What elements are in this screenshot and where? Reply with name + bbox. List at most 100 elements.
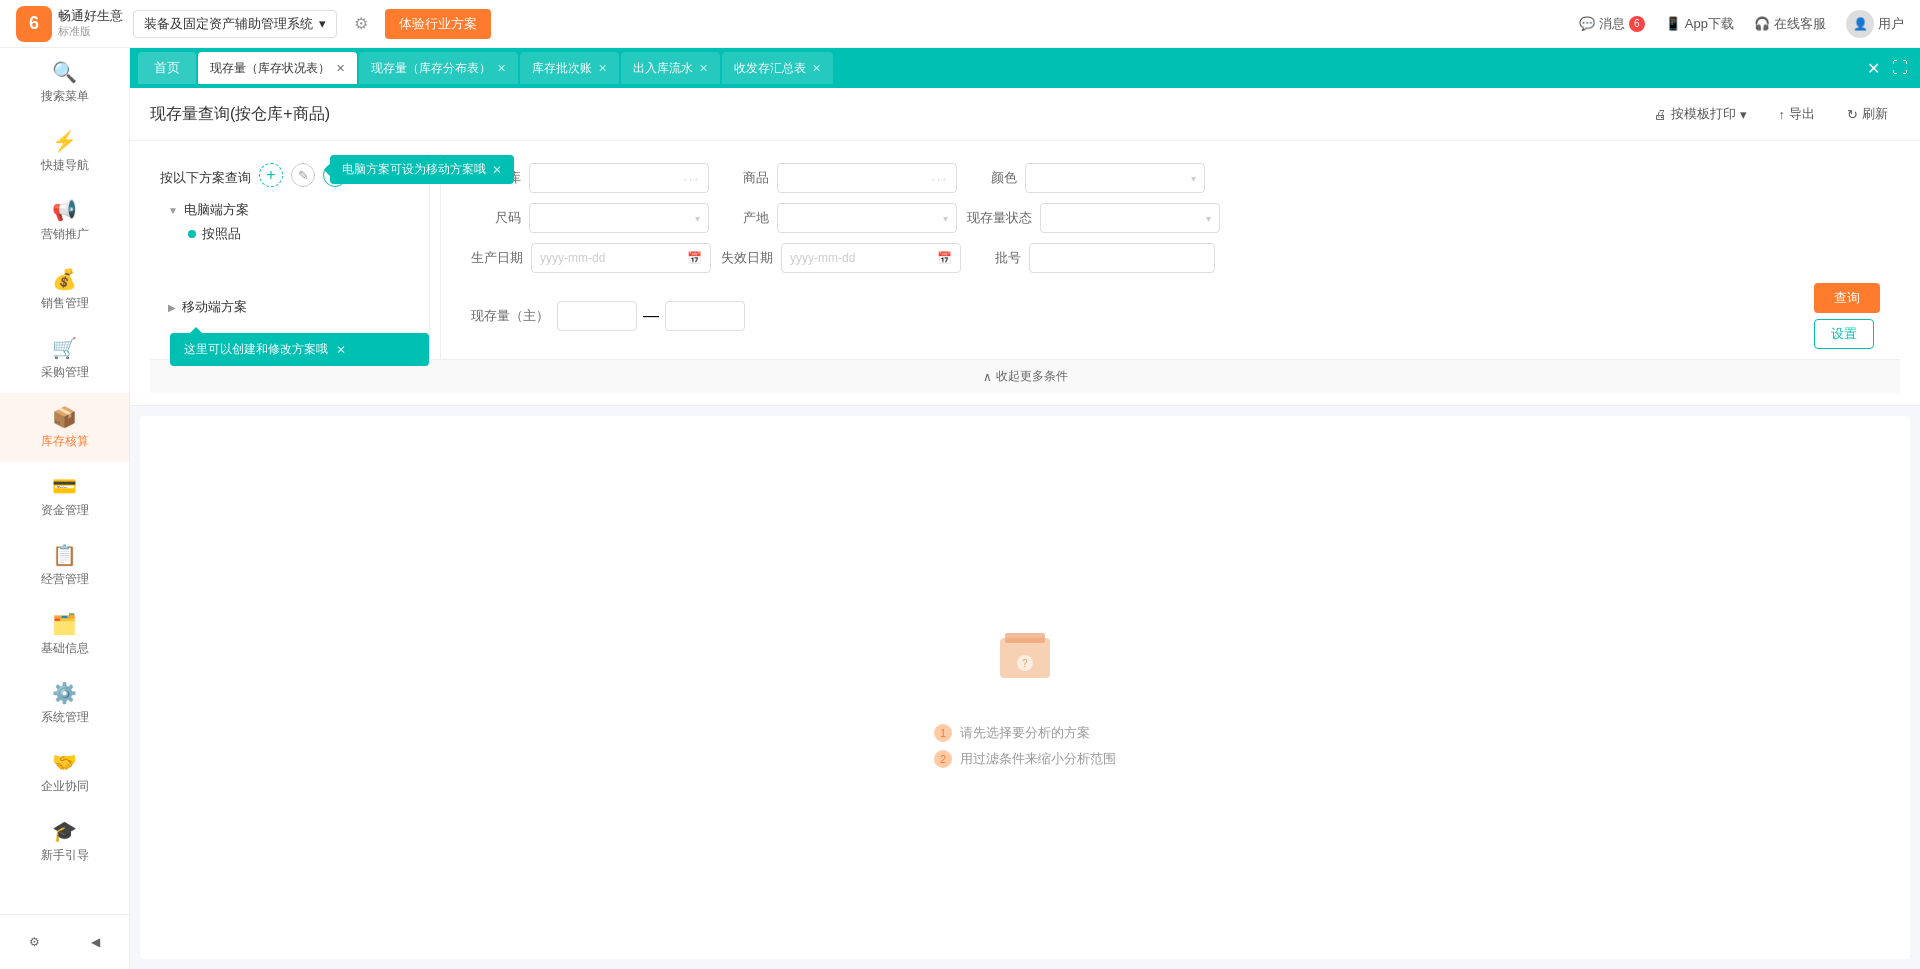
gear-button[interactable]: ⚙	[347, 10, 375, 38]
card-icon: 💳	[52, 474, 77, 498]
query-btn[interactable]: 查询	[1814, 283, 1880, 313]
app-download-btn[interactable]: 📱 App下载	[1665, 15, 1734, 33]
page-title: 现存量查询(按仓库+商品)	[150, 104, 330, 125]
query-area: 查询 设置	[1814, 283, 1880, 349]
add-scheme-btn[interactable]: +	[259, 163, 283, 187]
tab-fullscreen-btn[interactable]: ⛶	[1888, 55, 1912, 82]
online-support-btn[interactable]: 🎧 在线客服	[1754, 15, 1826, 33]
cart-icon: 🛒	[52, 336, 77, 360]
sidebar-item-label: 快捷导航	[41, 157, 89, 174]
tab-batch[interactable]: 库存批次账 ✕	[520, 52, 619, 84]
chevron-down-icon: ▾	[1740, 107, 1747, 122]
close-icon[interactable]: ✕	[699, 62, 708, 75]
tooltip-close-btn-2[interactable]: ✕	[336, 343, 346, 357]
stock-status-select[interactable]: ▾	[1040, 203, 1220, 233]
sidebar-item-finance[interactable]: 💳 资金管理	[0, 462, 129, 531]
close-icon[interactable]: ✕	[598, 62, 607, 75]
close-icon[interactable]: ✕	[336, 62, 345, 75]
color-select[interactable]: ▾	[1025, 163, 1205, 193]
sidebar-item-collab[interactable]: 🤝 企业协同	[0, 738, 129, 807]
megaphone-icon: 📢	[52, 198, 77, 222]
pc-scheme-header: ▼ 电脑端方案	[168, 197, 419, 223]
filter-row-4: 现存量（主） — 查询 设置	[471, 283, 1880, 349]
calendar-icon: 📅	[687, 251, 702, 265]
tab-summary[interactable]: 收发存汇总表 ✕	[722, 52, 833, 84]
notification-btn[interactable]: 💬 消息 6	[1579, 15, 1645, 33]
app-selector[interactable]: 装备及固定资产辅助管理系统 ▾	[133, 10, 337, 38]
tab-label: 收发存汇总表	[734, 60, 806, 77]
produce-date-input[interactable]: yyyy-mm-dd 📅	[531, 243, 711, 273]
set-btn[interactable]: 设置	[1814, 319, 1874, 349]
tab-close-all-btn[interactable]: ✕	[1863, 55, 1884, 82]
stock-status-label: 现存量状态	[967, 209, 1032, 227]
expire-date-field: 失效日期 yyyy-mm-dd 📅	[721, 243, 961, 273]
guide-icon: 🎓	[52, 819, 77, 843]
origin-select[interactable]: ▾	[777, 203, 957, 233]
close-icon[interactable]: ✕	[812, 62, 821, 75]
sidebar: 🔍 搜索菜单 ⚡ 快捷导航 📢 营销推广 💰 销售管理 🛒 采购管理 📦 库存核…	[0, 48, 130, 969]
tab-label: 现存量（库存分布表）	[371, 60, 491, 77]
logo-area: 6 畅通好生意 标准版	[16, 6, 123, 42]
tab-inout-flow[interactable]: 出入库流水 ✕	[621, 52, 720, 84]
mobile-scheme-group: ▶ 移动端方案	[168, 294, 419, 320]
sidebar-item-system[interactable]: ⚙️ 系统管理	[0, 669, 129, 738]
goods-field: 商品 ···	[719, 163, 957, 193]
tooltip-close-btn[interactable]: ✕	[492, 163, 502, 177]
user-area[interactable]: 👤 用户	[1846, 10, 1904, 38]
batch-field: 批号	[971, 243, 1215, 273]
sidebar-item-inventory[interactable]: 📦 库存核算	[0, 393, 129, 462]
sidebar-item-search[interactable]: 🔍 搜索菜单	[0, 48, 129, 117]
edit-scheme-btn[interactable]: ✎	[291, 163, 315, 187]
tip-text-1: 请先选择要分析的方案	[960, 724, 1090, 742]
refresh-btn[interactable]: ↻ 刷新	[1835, 100, 1900, 128]
filter-label: 按以下方案查询	[160, 163, 251, 187]
page-header: 现存量查询(按仓库+商品) 🖨 按模板打印 ▾ ↑ 导出 ↻ 刷新	[130, 88, 1920, 141]
chevron-up-icon: ∧	[983, 370, 992, 384]
sidebar-item-sales[interactable]: 💰 销售管理	[0, 255, 129, 324]
sidebar-item-basic[interactable]: 🗂️ 基础信息	[0, 600, 129, 669]
sidebar-item-management[interactable]: 📋 经营管理	[0, 531, 129, 600]
batch-input[interactable]	[1029, 243, 1215, 273]
svg-text:?: ?	[1022, 658, 1028, 669]
export-btn[interactable]: ↑ 导出	[1767, 100, 1828, 128]
tab-inventory-dist[interactable]: 现存量（库存分布表） ✕	[359, 52, 518, 84]
sidebar-item-guide[interactable]: 🎓 新手引导	[0, 807, 129, 876]
size-select[interactable]: ▾	[529, 203, 709, 233]
sidebar-item-quicknav[interactable]: ⚡ 快捷导航	[0, 117, 129, 186]
calendar-icon-2: 📅	[937, 251, 952, 265]
expire-date-input[interactable]: yyyy-mm-dd 📅	[781, 243, 961, 273]
export-icon: ↑	[1779, 107, 1786, 122]
origin-field: 产地 ▾	[719, 203, 957, 233]
stock-main-max-input[interactable]	[665, 301, 745, 331]
sidebar-bottom: ⚙ ◀	[0, 914, 129, 969]
page-actions: 🖨 按模板打印 ▾ ↑ 导出 ↻ 刷新	[1642, 100, 1901, 128]
tip-text-2: 用过滤条件来缩小分析范围	[960, 750, 1116, 768]
print-btn[interactable]: 🖨 按模板打印 ▾	[1642, 100, 1759, 128]
stock-main-min-input[interactable]	[557, 301, 637, 331]
sidebar-item-purchase[interactable]: 🛒 采购管理	[0, 324, 129, 393]
search-icon: 🔍	[52, 60, 77, 84]
box-icon: 📦	[52, 405, 77, 429]
warehouse-select[interactable]: ···	[529, 163, 709, 193]
tab-home[interactable]: 首页	[138, 52, 196, 84]
mobile-scheme-label: 移动端方案	[182, 298, 247, 316]
goods-select[interactable]: ···	[777, 163, 957, 193]
select-arrow-icon-4: ▾	[1206, 213, 1211, 224]
settings-small-icon: ⚙	[29, 935, 40, 949]
color-field: 颜色 ▾	[967, 163, 1205, 193]
sidebar-item-marketing[interactable]: 📢 营销推广	[0, 186, 129, 255]
industry-button[interactable]: 体验行业方案	[385, 9, 491, 39]
sidebar-collapse-btn[interactable]: ◀	[83, 927, 108, 957]
close-icon[interactable]: ✕	[497, 62, 506, 75]
empty-state: ? 1 请先选择要分析的方案 2 用过滤条件来缩小分析范围	[140, 416, 1910, 959]
empty-tip-2: 2 用过滤条件来缩小分析范围	[934, 750, 1116, 768]
sidebar-settings-btn[interactable]: ⚙	[21, 927, 48, 957]
logo-text: 畅通好生意	[58, 8, 123, 25]
stock-main-field: 现存量（主） —	[471, 301, 745, 331]
goods-label: 商品	[719, 169, 769, 187]
folder-icon: 🗂️	[52, 612, 77, 636]
size-field: 尺码 ▾	[471, 203, 709, 233]
filter-area: 按以下方案查询 + ✎ ← 电脑方案可设为移动方案哦 ✕	[130, 141, 1920, 406]
tab-label: 出入库流水	[633, 60, 693, 77]
tab-inventory-status[interactable]: 现存量（库存状况表） ✕	[198, 52, 357, 84]
